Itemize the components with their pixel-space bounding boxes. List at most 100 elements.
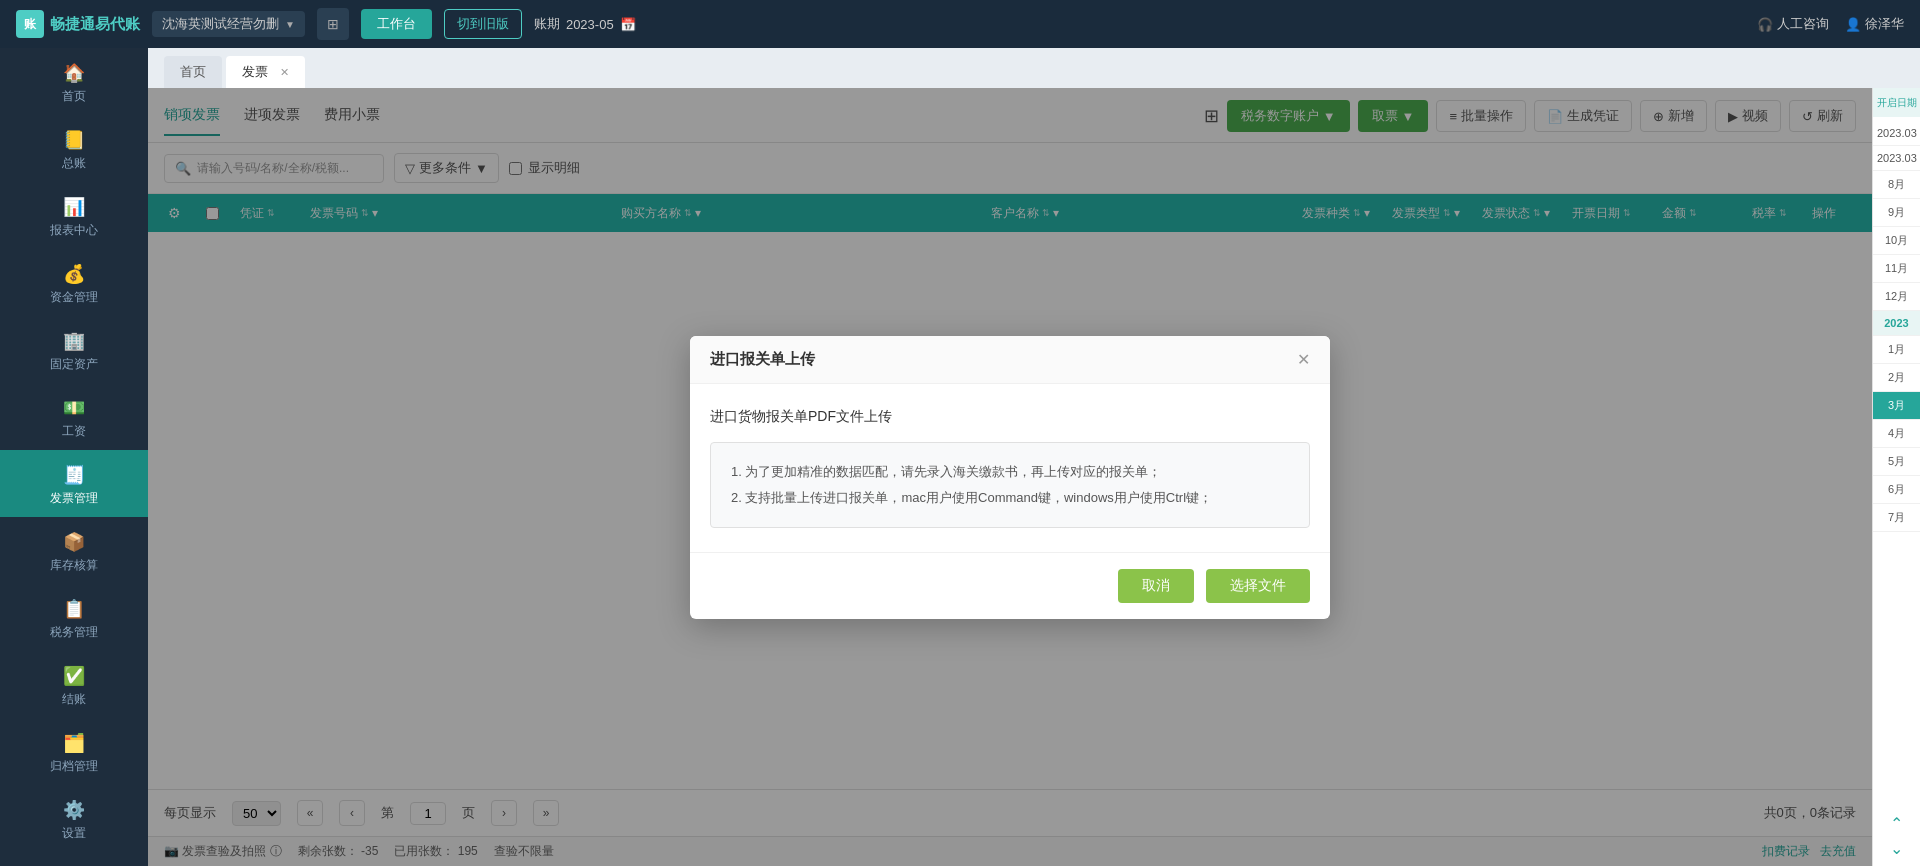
main-layout: 🏠 首页 📒 总账 📊 报表中心 💰 资金管理 🏢 固定资产 💵 工资 🧾 发票…: [0, 48, 1920, 866]
dialog-info-line2: 2. 支持批量上传进口报关单，mac用户使用Command键，windows用户…: [731, 485, 1289, 511]
sidebar-label-payroll: 工资: [62, 423, 86, 440]
dialog-body: 进口货物报关单PDF文件上传 1. 为了更加精准的数据匹配，请先录入海关缴款书，…: [690, 384, 1330, 552]
open-date-label: 开启日期: [1877, 96, 1917, 109]
period-value: 2023-05: [566, 17, 614, 32]
sidebar-label-fixed-assets: 固定资产: [50, 356, 98, 373]
tabs-bar: 首页 发票 ✕: [148, 48, 1920, 88]
dialog-title: 进口报关单上传: [710, 350, 815, 369]
sidebar-label-funds: 资金管理: [50, 289, 98, 306]
closing-icon: ✅: [63, 665, 85, 687]
user-avatar-icon: 👤: [1845, 17, 1861, 32]
topbar-right: 🎧 人工咨询 👤 徐泽华: [1757, 15, 1904, 33]
sidebar-item-settings[interactable]: ⚙️ 设置: [0, 785, 148, 852]
period-2023[interactable]: 2023: [1873, 311, 1920, 336]
period-11[interactable]: 11月: [1873, 255, 1920, 283]
fixed-assets-icon: 🏢: [63, 330, 85, 352]
reports-icon: 📊: [63, 196, 85, 218]
dialog-footer: 取消 选择文件: [690, 552, 1330, 619]
period-2023-03-2[interactable]: 2023.03: [1873, 146, 1920, 171]
app-logo: 账 畅捷通易代账: [16, 10, 140, 38]
settings-icon: ⚙️: [63, 799, 85, 821]
dialog-info-box: 1. 为了更加精准的数据匹配，请先录入海关缴款书，再上传对应的报关单； 2. 支…: [710, 442, 1310, 528]
dialog-header: 进口报关单上传 ✕: [690, 336, 1330, 384]
payroll-icon: 💵: [63, 397, 85, 419]
collapse-down-icon[interactable]: ⌄: [1890, 839, 1903, 858]
company-selector[interactable]: 沈海英测试经营勿删 ▼: [152, 11, 305, 37]
tab-invoice[interactable]: 发票 ✕: [226, 56, 305, 88]
modal-overlay[interactable]: 进口报关单上传 ✕ 进口货物报关单PDF文件上传 1. 为了更加精准的数据匹配，…: [148, 88, 1872, 866]
period-9[interactable]: 9月: [1873, 199, 1920, 227]
expand-up-icon[interactable]: ⌃: [1890, 814, 1903, 833]
ledger-icon: 📒: [63, 129, 85, 151]
period-12[interactable]: 12月: [1873, 283, 1920, 311]
dialog-select-file-button[interactable]: 选择文件: [1206, 569, 1310, 603]
right-panel: 开启日期 2023.03 2023.03 8月 9月 10月 11月 12月 2…: [1872, 88, 1920, 866]
sidebar-label-inventory: 库存核算: [50, 557, 98, 574]
sidebar-item-fixed-assets[interactable]: 🏢 固定资产: [0, 316, 148, 383]
sidebar-label-closing: 结账: [62, 691, 86, 708]
user-menu[interactable]: 👤 徐泽华: [1845, 15, 1904, 33]
period-8[interactable]: 8月: [1873, 171, 1920, 199]
period-10[interactable]: 10月: [1873, 227, 1920, 255]
company-name: 沈海英测试经营勿删: [162, 15, 279, 33]
user-name: 徐泽华: [1865, 15, 1904, 33]
open-date-toggle[interactable]: 开启日期: [1873, 88, 1920, 117]
archive-icon: 🗂️: [63, 732, 85, 754]
sidebar-label-ledger: 总账: [62, 155, 86, 172]
app-name: 畅捷通易代账: [50, 15, 140, 34]
company-dropdown-icon: ▼: [285, 19, 295, 30]
workspace-button[interactable]: 工作台: [361, 9, 432, 39]
period-4[interactable]: 4月: [1873, 420, 1920, 448]
dialog-cancel-button[interactable]: 取消: [1118, 569, 1194, 603]
period-1[interactable]: 1月: [1873, 336, 1920, 364]
sidebar-label-settings: 设置: [62, 825, 86, 842]
period-6[interactable]: 6月: [1873, 476, 1920, 504]
headset-icon: 🎧: [1757, 17, 1773, 32]
tab-home-label: 首页: [180, 64, 206, 79]
sidebar-item-inventory[interactable]: 📦 库存核算: [0, 517, 148, 584]
period-3[interactable]: 3月: [1873, 392, 1920, 420]
sidebar-item-invoice-mgmt[interactable]: 🧾 发票管理: [0, 450, 148, 517]
period-2023-03-1[interactable]: 2023.03: [1873, 121, 1920, 146]
period-display: 账期 2023-05 📅: [534, 15, 636, 33]
sidebar-item-ledger[interactable]: 📒 总账: [0, 115, 148, 182]
sidebar-label-archive: 归档管理: [50, 758, 98, 775]
tab-invoice-close-icon[interactable]: ✕: [280, 66, 289, 78]
topbar: 账 畅捷通易代账 沈海英测试经营勿删 ▼ ⊞ 工作台 切到旧版 账期 2023-…: [0, 0, 1920, 48]
period-label: 账期: [534, 15, 560, 33]
sidebar-item-reports[interactable]: 📊 报表中心: [0, 182, 148, 249]
tax-mgmt-icon: 📋: [63, 598, 85, 620]
sidebar-item-archive[interactable]: 🗂️ 归档管理: [0, 718, 148, 785]
sidebar-item-funds[interactable]: 💰 资金管理: [0, 249, 148, 316]
sidebar-item-payroll[interactable]: 💵 工资: [0, 383, 148, 450]
invoice-mgmt-icon: 🧾: [63, 464, 85, 486]
sidebar: 🏠 首页 📒 总账 📊 报表中心 💰 资金管理 🏢 固定资产 💵 工资 🧾 发票…: [0, 48, 148, 866]
logo-icon: 账: [16, 10, 44, 38]
sidebar-label-invoice-mgmt: 发票管理: [50, 490, 98, 507]
dialog-section-title: 进口货物报关单PDF文件上传: [710, 408, 1310, 426]
funds-icon: 💰: [63, 263, 85, 285]
old-version-button[interactable]: 切到旧版: [444, 9, 522, 39]
customer-service[interactable]: 🎧 人工咨询: [1757, 15, 1829, 33]
inventory-icon: 📦: [63, 531, 85, 553]
dialog-info-line1: 1. 为了更加精准的数据匹配，请先录入海关缴款书，再上传对应的报关单；: [731, 459, 1289, 485]
sidebar-item-home[interactable]: 🏠 首页: [0, 48, 148, 115]
tab-home[interactable]: 首页: [164, 56, 222, 88]
import-customs-dialog: 进口报关单上传 ✕ 进口货物报关单PDF文件上传 1. 为了更加精准的数据匹配，…: [690, 336, 1330, 619]
tab-invoice-label: 发票: [242, 64, 268, 79]
period-7[interactable]: 7月: [1873, 504, 1920, 532]
company-settings-icon[interactable]: ⊞: [317, 8, 349, 40]
period-2[interactable]: 2月: [1873, 364, 1920, 392]
period-section: 2023.03 2023.03 8月 9月 10月 11月 12月 2023 1…: [1873, 117, 1920, 536]
calendar-icon[interactable]: 📅: [620, 17, 636, 32]
sidebar-item-tax-mgmt[interactable]: 📋 税务管理: [0, 584, 148, 651]
home-icon: 🏠: [63, 62, 85, 84]
sidebar-label-reports: 报表中心: [50, 222, 98, 239]
service-label: 人工咨询: [1777, 15, 1829, 33]
sidebar-item-closing[interactable]: ✅ 结账: [0, 651, 148, 718]
period-5[interactable]: 5月: [1873, 448, 1920, 476]
sidebar-label-home: 首页: [62, 88, 86, 105]
sidebar-item-guide[interactable]: 🎯 新手引导: [0, 852, 148, 866]
dialog-close-button[interactable]: ✕: [1297, 350, 1310, 369]
page-content: 销项发票 进项发票 费用小票 ⊞ 税务数字账户 ▼: [148, 88, 1872, 866]
